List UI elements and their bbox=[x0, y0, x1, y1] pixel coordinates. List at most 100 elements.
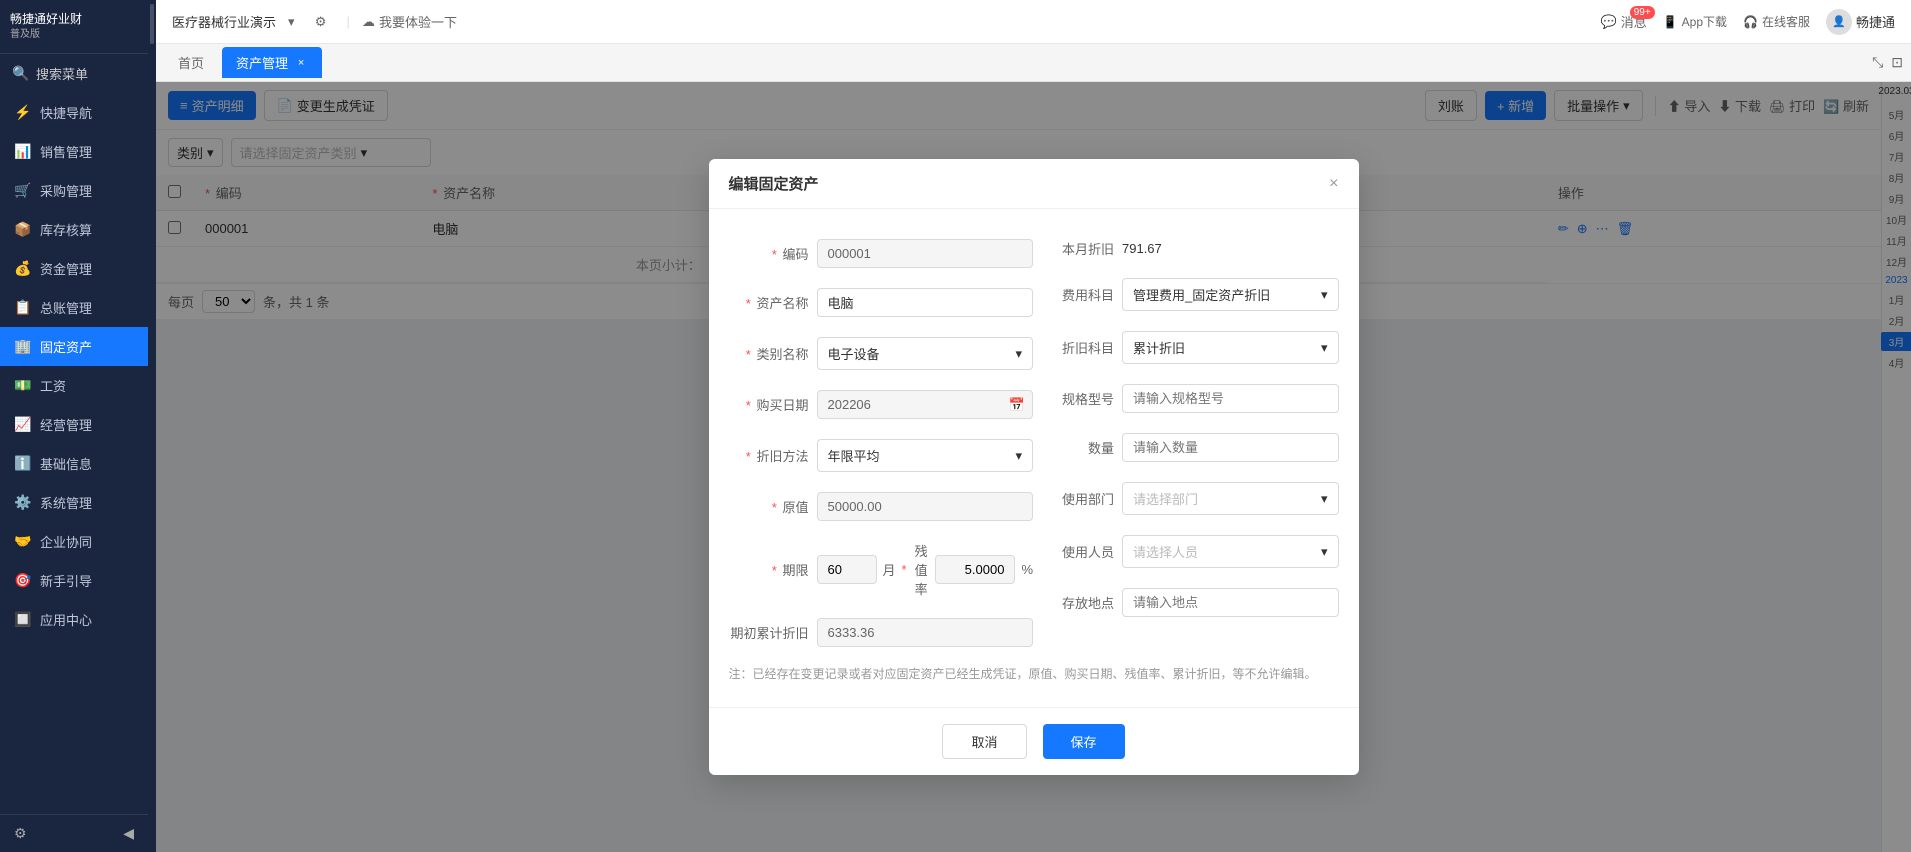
avatar: 👤 bbox=[1826, 9, 1852, 35]
dep-method-chevron: ▾ bbox=[1015, 448, 1022, 464]
app-download-button[interactable]: 📱 App下载 bbox=[1663, 13, 1727, 30]
app-name: 畅捷通好业财 普及版 bbox=[10, 12, 82, 41]
period-input[interactable] bbox=[817, 555, 877, 584]
project-dropdown[interactable]: ▾ bbox=[288, 14, 295, 30]
expense-subject-field: 管理费用_固定资产折旧 ▾ bbox=[1122, 278, 1339, 311]
quantity-input[interactable] bbox=[1122, 433, 1339, 462]
sidebar-item-guide[interactable]: 🎯 新手引导 bbox=[0, 561, 148, 600]
original-value-input[interactable] bbox=[817, 492, 1034, 521]
department-row: 使用部门 请选择部门 ▾ bbox=[1034, 472, 1339, 525]
sidebar-item-purchase[interactable]: 🛒 采购管理 bbox=[0, 171, 148, 210]
sidebar-item-label: 快捷导航 bbox=[40, 103, 92, 122]
sidebar-item-finance[interactable]: 💰 资金管理 bbox=[0, 249, 148, 288]
sidebar-item-fixed-assets[interactable]: 🏢 固定资产 bbox=[0, 327, 148, 366]
sidebar-scrollbar[interactable] bbox=[148, 0, 156, 852]
service-icon: 🎧 bbox=[1743, 15, 1758, 29]
asset-name-input[interactable] bbox=[817, 288, 1034, 317]
department-select[interactable]: 请选择部门 ▾ bbox=[1122, 482, 1339, 515]
sidebar-item-sales[interactable]: 📊 销售管理 bbox=[0, 132, 148, 171]
expense-subject-select[interactable]: 管理费用_固定资产折旧 ▾ bbox=[1122, 278, 1339, 311]
location-input[interactable] bbox=[1122, 588, 1339, 617]
dep-method-field: 年限平均 ▾ bbox=[817, 439, 1034, 472]
sidebar-item-operations[interactable]: 📈 经营管理 bbox=[0, 405, 148, 444]
purchase-date-input[interactable] bbox=[817, 390, 1034, 419]
inventory-icon: 📦 bbox=[14, 220, 32, 238]
code-label: * 编码 bbox=[729, 244, 809, 263]
monthly-dep-field: 791.67 bbox=[1122, 241, 1339, 256]
dep-subject-label: 折旧科目 bbox=[1034, 338, 1114, 357]
period-input-group: 月 * 残值率 % bbox=[817, 541, 1034, 598]
asset-name-row: * 资产名称 bbox=[729, 278, 1034, 327]
sidebar-search[interactable]: 🔍 搜索菜单 bbox=[0, 54, 148, 93]
sidebar-item-collaboration[interactable]: 🤝 企业协同 bbox=[0, 522, 148, 561]
sidebar-item-ledger[interactable]: 📋 总账管理 bbox=[0, 288, 148, 327]
settings-button[interactable]: ⚙ bbox=[307, 8, 335, 36]
edit-asset-modal: 编辑固定资产 × * 编码 bbox=[709, 159, 1359, 775]
restore-icon[interactable]: ⊡ bbox=[1891, 54, 1903, 71]
modal-body: * 编码 * bbox=[709, 209, 1359, 707]
sidebar-item-inventory[interactable]: 📦 库存核算 bbox=[0, 210, 148, 249]
sidebar-item-basic-info[interactable]: ℹ️ 基础信息 bbox=[0, 444, 148, 483]
cancel-button[interactable]: 取消 bbox=[942, 724, 1026, 759]
category-select[interactable]: 电子设备 ▾ bbox=[817, 337, 1034, 370]
sidebar-item-system[interactable]: ⚙️ 系统管理 bbox=[0, 483, 148, 522]
purchase-date-field: 📅 bbox=[817, 390, 1034, 419]
code-field bbox=[817, 239, 1034, 268]
calendar-icon[interactable]: 📅 bbox=[1009, 397, 1025, 413]
modal-close-button[interactable]: × bbox=[1329, 175, 1338, 193]
maximize-icon[interactable]: ⤡ bbox=[1872, 54, 1883, 71]
purchase-date-row: * 购买日期 📅 bbox=[729, 380, 1034, 429]
sidebar-item-salary[interactable]: 💵 工资 bbox=[0, 366, 148, 405]
notification-button[interactable]: 💬 消息 99+ bbox=[1601, 12, 1647, 31]
residual-rate-input[interactable] bbox=[935, 555, 1015, 584]
location-field bbox=[1122, 588, 1339, 617]
user-button[interactable]: 👤 畅捷通 bbox=[1826, 9, 1895, 35]
sidebar-item-app-center[interactable]: 🔲 应用中心 bbox=[0, 600, 148, 639]
accumulated-dep-label: 期初累计折旧 bbox=[729, 623, 809, 642]
collapse-icon[interactable]: ◀ bbox=[123, 825, 134, 842]
accumulated-dep-input[interactable] bbox=[817, 618, 1034, 647]
period-field: 月 * 残值率 % bbox=[817, 541, 1034, 598]
sidebar-item-label: 固定资产 bbox=[40, 337, 92, 356]
spec-row: 规格型号 bbox=[1034, 374, 1339, 423]
user-row: 使用人员 请选择人员 ▾ bbox=[1034, 525, 1339, 578]
feedback-button[interactable]: ☁ 我要体验一下 bbox=[362, 12, 457, 31]
dep-method-select[interactable]: 年限平均 ▾ bbox=[817, 439, 1034, 472]
sidebar-item-label: 工资 bbox=[40, 376, 66, 395]
sales-icon: 📊 bbox=[14, 142, 32, 160]
main-area: 医疗器械行业演示 ▾ ⚙ | ☁ 我要体验一下 💬 消息 99+ 📱 App下载 bbox=[156, 0, 1911, 852]
dep-subject-row: 折旧科目 累计折旧 ▾ bbox=[1034, 321, 1339, 374]
modal-footer: 取消 保存 bbox=[709, 707, 1359, 775]
topbar: 医疗器械行业演示 ▾ ⚙ | ☁ 我要体验一下 💬 消息 99+ 📱 App下载 bbox=[156, 0, 1911, 44]
code-row: * 编码 bbox=[729, 229, 1034, 278]
dep-method-label: * 折旧方法 bbox=[729, 446, 809, 465]
residual-req-mark: * bbox=[902, 562, 907, 577]
tab-close-icon[interactable]: × bbox=[294, 56, 308, 70]
sidebar-item-label: 采购管理 bbox=[40, 181, 92, 200]
online-service-button[interactable]: 🎧 在线客服 bbox=[1743, 13, 1810, 30]
code-input[interactable] bbox=[817, 239, 1034, 268]
project-title: 医疗器械行业演示 bbox=[172, 12, 276, 31]
sidebar-item-quicknav[interactable]: ⚡ 快捷导航 bbox=[0, 93, 148, 132]
purchase-date-label: * 购买日期 bbox=[729, 395, 809, 414]
category-row: * 类别名称 电子设备 ▾ bbox=[729, 327, 1034, 380]
settings-icon[interactable]: ⚙ bbox=[14, 825, 27, 842]
online-service-label: 在线客服 bbox=[1762, 13, 1810, 30]
department-field: 请选择部门 ▾ bbox=[1122, 482, 1339, 515]
sidebar-header: 畅捷通好业财 普及版 bbox=[0, 0, 148, 54]
tabbar: 首页 资产管理 × ⤡ ⊡ bbox=[156, 44, 1911, 82]
user-placeholder: 请选择人员 bbox=[1133, 542, 1198, 561]
tab-asset-management[interactable]: 资产管理 × bbox=[222, 47, 322, 78]
sidebar-item-label: 资金管理 bbox=[40, 259, 92, 278]
tab-home[interactable]: 首页 bbox=[164, 47, 218, 78]
dep-subject-select[interactable]: 累计折旧 ▾ bbox=[1122, 331, 1339, 364]
save-button[interactable]: 保存 bbox=[1043, 724, 1125, 759]
sidebar-item-label: 经营管理 bbox=[40, 415, 92, 434]
user-select[interactable]: 请选择人员 ▾ bbox=[1122, 535, 1339, 568]
spec-input[interactable] bbox=[1122, 384, 1339, 413]
date-input-wrap: 📅 bbox=[817, 390, 1034, 419]
quantity-row: 数量 bbox=[1034, 423, 1339, 472]
content: ≡ 资产明细 📄 变更生成凭证 刘账 + 新增 bbox=[156, 82, 1911, 852]
accumulated-dep-field bbox=[817, 618, 1034, 647]
search-icon: 🔍 bbox=[12, 64, 30, 82]
